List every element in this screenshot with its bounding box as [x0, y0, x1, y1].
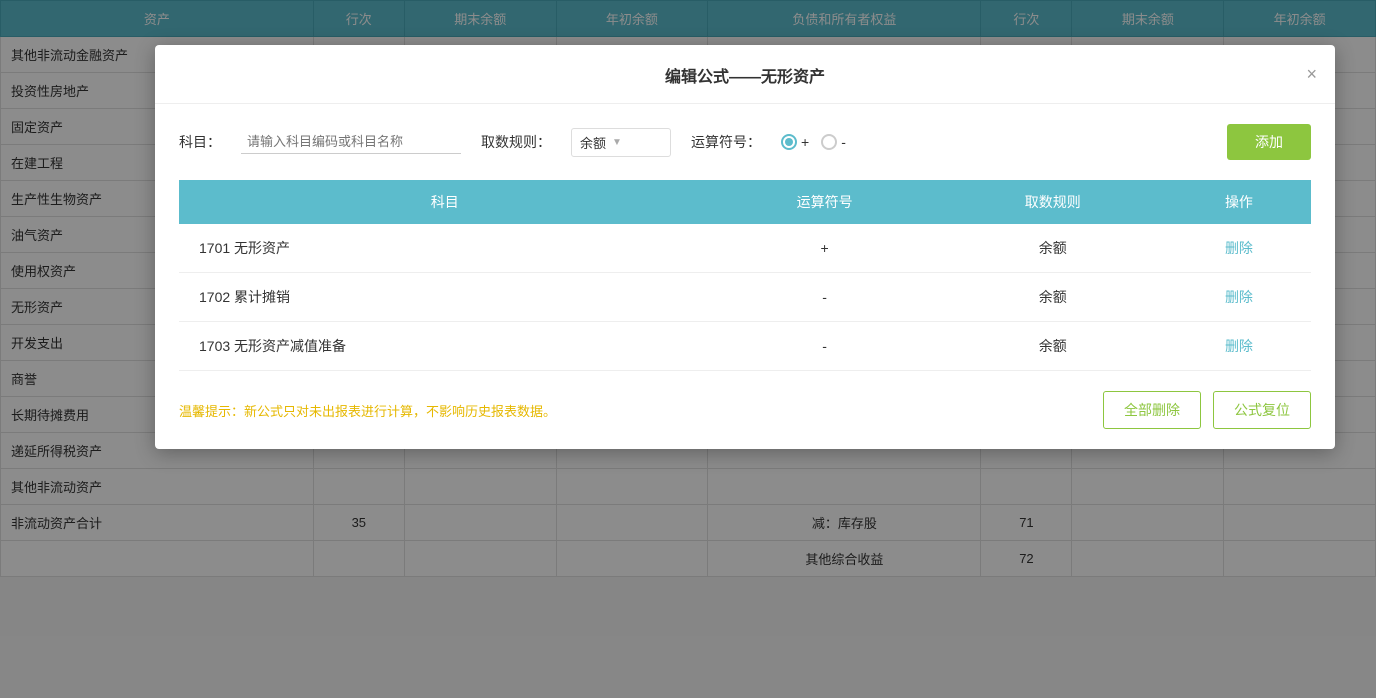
close-button[interactable]: ×: [1306, 65, 1317, 83]
modal-title: 编辑公式——无形资产: [665, 63, 825, 87]
operator-label: 运算符号：: [691, 132, 761, 152]
delete-all-button[interactable]: 全部删除: [1103, 391, 1201, 429]
subject-input[interactable]: [241, 130, 461, 154]
modal-footer: 温馨提示：新公式只对未出报表进行计算，不影响历史报表数据。 全部删除 公式复位: [155, 371, 1335, 449]
radio-minus-circle: [821, 134, 837, 150]
rule-label: 取数规则：: [481, 132, 551, 152]
radio-plus-circle: [781, 134, 797, 150]
dropdown-arrow-icon: ▼: [612, 137, 622, 148]
radio-minus-label: -: [841, 134, 846, 150]
formula-row-1: 1702 累计摊销 - 余额 删除: [179, 273, 1311, 322]
radio-plus-label: +: [801, 134, 809, 150]
row0-operator: +: [711, 224, 939, 273]
row1-action: 删除: [1167, 273, 1311, 322]
rule-select[interactable]: 余额 ▼: [571, 128, 671, 157]
form-row: 科目： 取数规则： 余额 ▼ 运算符号： + - 添加: [155, 104, 1335, 180]
row1-operator: -: [711, 273, 939, 322]
footer-tip: 温馨提示：新公式只对未出报表进行计算，不影响历史报表数据。: [179, 401, 556, 420]
radio-minus[interactable]: -: [821, 134, 846, 150]
reset-formula-button[interactable]: 公式复位: [1213, 391, 1311, 429]
subject-label: 科目：: [179, 132, 221, 152]
row2-operator: -: [711, 322, 939, 371]
table-header-row: 科目 运算符号 取数规则 操作: [179, 180, 1311, 224]
row2-rule: 余额: [939, 322, 1167, 371]
row1-subject: 1702 累计摊销: [179, 273, 711, 322]
add-button[interactable]: 添加: [1227, 124, 1311, 160]
modal-header: 编辑公式——无形资产 ×: [155, 45, 1335, 104]
row0-subject: 1701 无形资产: [179, 224, 711, 273]
col-header-action: 操作: [1167, 180, 1311, 224]
row0-action: 删除: [1167, 224, 1311, 273]
row2-action: 删除: [1167, 322, 1311, 371]
delete-button-1[interactable]: 删除: [1225, 289, 1253, 305]
operator-radio-group: + -: [781, 134, 846, 150]
row2-subject: 1703 无形资产减值准备: [179, 322, 711, 371]
row1-rule: 余额: [939, 273, 1167, 322]
formula-table: 科目 运算符号 取数规则 操作 1701 无形资产 + 余额 删除 1702 累…: [179, 180, 1311, 371]
formula-row-0: 1701 无形资产 + 余额 删除: [179, 224, 1311, 273]
col-header-subject: 科目: [179, 180, 711, 224]
data-table-wrapper: 科目 运算符号 取数规则 操作 1701 无形资产 + 余额 删除 1702 累…: [155, 180, 1335, 371]
footer-buttons: 全部删除 公式复位: [1103, 391, 1311, 429]
radio-plus[interactable]: +: [781, 134, 809, 150]
row0-rule: 余额: [939, 224, 1167, 273]
delete-button-0[interactable]: 删除: [1225, 240, 1253, 256]
delete-button-2[interactable]: 删除: [1225, 338, 1253, 354]
rule-value: 余额: [580, 133, 606, 152]
modal-dialog: 编辑公式——无形资产 × 科目： 取数规则： 余额 ▼ 运算符号： + - 添加: [155, 45, 1335, 449]
formula-row-2: 1703 无形资产减值准备 - 余额 删除: [179, 322, 1311, 371]
col-header-rule: 取数规则: [939, 180, 1167, 224]
col-header-operator: 运算符号: [711, 180, 939, 224]
